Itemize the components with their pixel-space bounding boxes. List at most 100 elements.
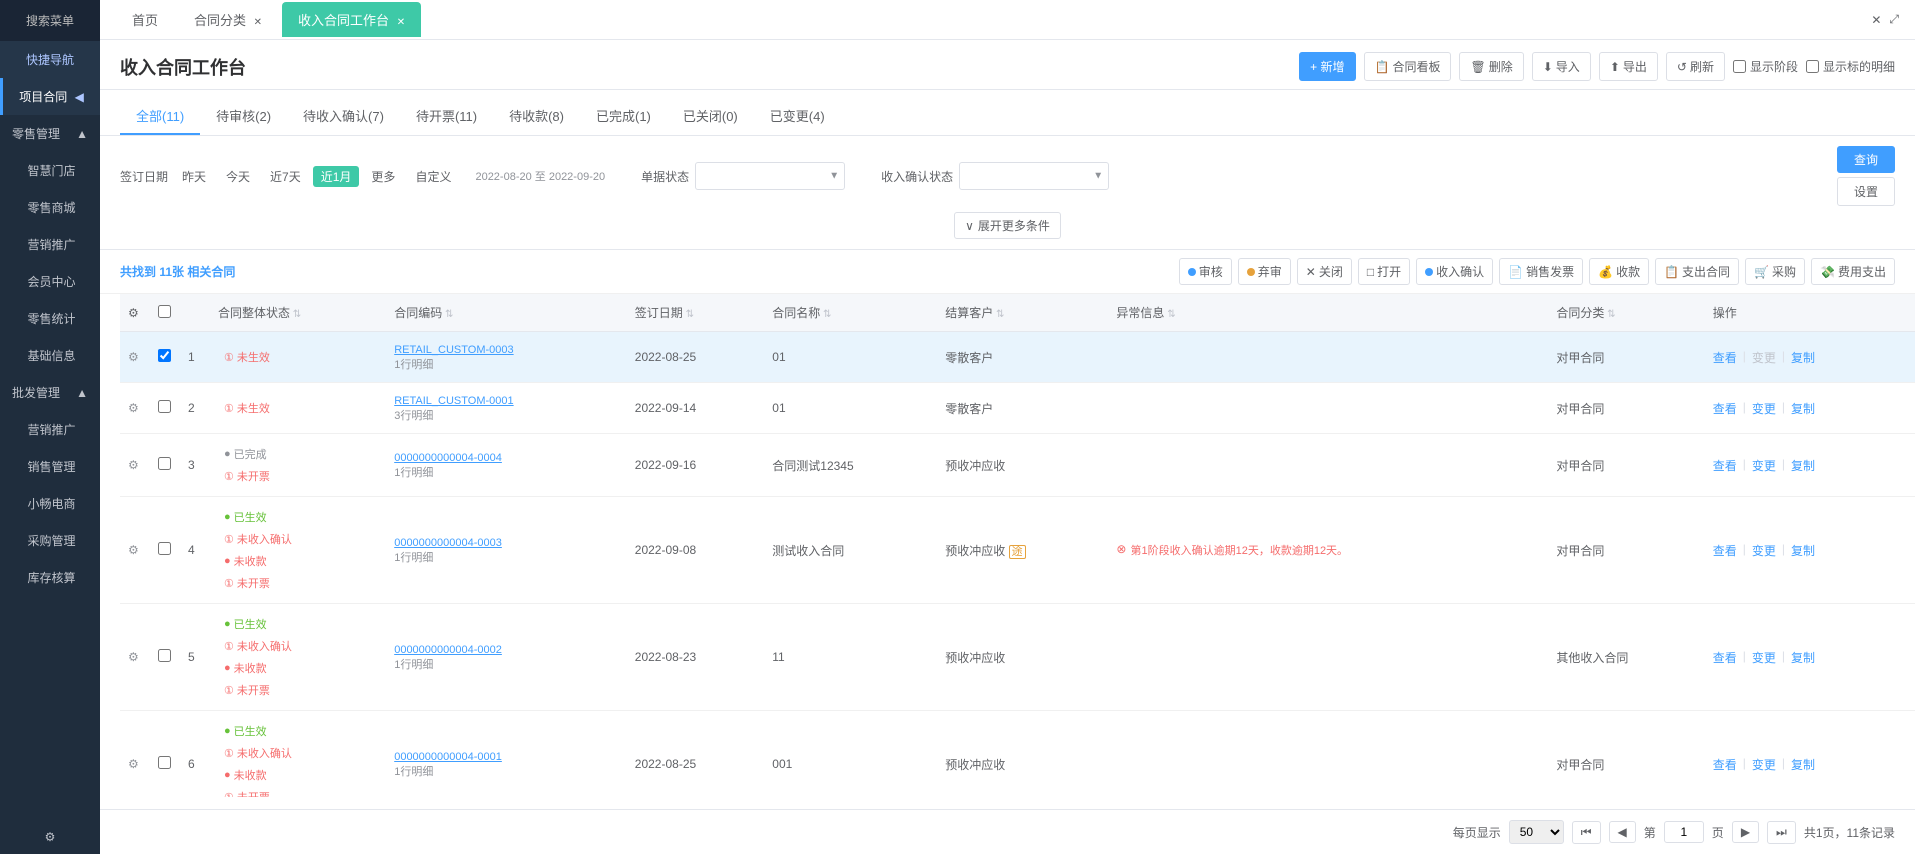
expand-conditions-button[interactable]: ∨ 展开更多条件: [954, 212, 1061, 239]
row-checkbox[interactable]: [158, 542, 171, 555]
date-btn-7days[interactable]: 近7天: [262, 166, 309, 187]
sidebar-item-basic-info[interactable]: 基础信息: [0, 337, 100, 374]
row-checkbox[interactable]: [158, 756, 171, 769]
export-button[interactable]: ⬆ 导出: [1599, 52, 1658, 81]
sidebar-search[interactable]: 搜索菜单: [0, 0, 100, 41]
sidebar-item-inventory[interactable]: 库存核算: [0, 559, 100, 596]
filter-tab-pending-invoice[interactable]: 待开票(11): [400, 98, 493, 135]
row-action-查看[interactable]: 查看: [1713, 756, 1737, 773]
prev-page-button[interactable]: ◀: [1609, 821, 1636, 843]
col-customer[interactable]: 结算客户: [937, 294, 1108, 332]
date-btn-custom[interactable]: 自定义: [407, 166, 459, 187]
delete-button[interactable]: 🗑 删除: [1459, 52, 1523, 81]
filter-tab-pending-confirm[interactable]: 待收入确认(7): [287, 98, 400, 135]
filter-tab-pending-payment[interactable]: 待收款(8): [493, 98, 580, 135]
sidebar-item-project[interactable]: 项目合同 ◀: [0, 78, 100, 115]
date-btn-yesterday[interactable]: 昨天: [174, 166, 214, 187]
row-action-查看[interactable]: 查看: [1713, 457, 1737, 474]
date-btn-more[interactable]: 更多: [363, 166, 403, 187]
close-action-button[interactable]: ✕ 关闭: [1297, 258, 1352, 285]
window-close-button[interactable]: ✕: [1871, 13, 1881, 27]
expense-out-button[interactable]: 📋 支出合同: [1655, 258, 1739, 285]
row-settings-icon[interactable]: ⚙: [128, 458, 139, 472]
status-select[interactable]: [695, 162, 845, 190]
col-category[interactable]: 合同分类: [1548, 294, 1704, 332]
tab-home[interactable]: 首页: [116, 2, 174, 37]
row-action-查看[interactable]: 查看: [1713, 649, 1737, 666]
date-btn-today[interactable]: 今天: [218, 166, 258, 187]
show-detail-checkbox[interactable]: 显示标的明细: [1806, 58, 1895, 75]
row-action-复制[interactable]: 复制: [1791, 649, 1815, 666]
col-status[interactable]: 合同整体状态: [210, 294, 386, 332]
sidebar-item-sales[interactable]: 销售管理: [0, 448, 100, 485]
confirm-status-select[interactable]: [959, 162, 1109, 190]
tab-contract-category[interactable]: 合同分类 ✕: [178, 2, 278, 37]
last-page-button[interactable]: ⏭: [1767, 821, 1796, 844]
row-action-复制[interactable]: 复制: [1791, 457, 1815, 474]
sidebar-item-retail-stats[interactable]: 零售统计: [0, 300, 100, 337]
row-settings-icon[interactable]: ⚙: [128, 757, 139, 771]
row-checkbox[interactable]: [158, 400, 171, 413]
row-settings-icon[interactable]: ⚙: [128, 401, 139, 415]
date-btn-1month[interactable]: 近1月: [313, 166, 360, 187]
open-button[interactable]: □ 打开: [1358, 258, 1410, 285]
payment-button[interactable]: 💰 收款: [1589, 258, 1649, 285]
row-settings-icon[interactable]: ⚙: [128, 543, 139, 557]
row-action-复制[interactable]: 复制: [1791, 400, 1815, 417]
tab-income-workbench[interactable]: 收入合同工作台 ✕: [282, 2, 421, 37]
page-input[interactable]: [1664, 821, 1704, 843]
sidebar-item-marketing2[interactable]: 营销推广: [0, 411, 100, 448]
row-checkbox[interactable]: [158, 649, 171, 662]
purchase-button[interactable]: 🛒 采购: [1745, 258, 1805, 285]
col-code[interactable]: 合同编码: [386, 294, 627, 332]
refresh-button[interactable]: ↺ 刷新: [1666, 52, 1725, 81]
sidebar-item-retail[interactable]: 零售管理 ▲: [0, 115, 100, 152]
row-checkbox[interactable]: [158, 457, 171, 470]
row-checkbox[interactable]: [158, 349, 171, 362]
sidebar-item-purchase[interactable]: 采购管理: [0, 522, 100, 559]
filter-tab-changed[interactable]: 已变更(4): [754, 98, 841, 135]
tab-income-workbench-close[interactable]: ✕: [397, 17, 405, 28]
filter-tab-all[interactable]: 全部(11): [120, 98, 200, 135]
import-button[interactable]: ⬇ 导入: [1532, 52, 1591, 81]
col-sign-date[interactable]: 签订日期: [627, 294, 764, 332]
row-action-复制[interactable]: 复制: [1791, 349, 1815, 366]
sales-invoice-button[interactable]: 📄 销售发票: [1499, 258, 1583, 285]
gear-icon[interactable]: ⚙: [0, 820, 100, 854]
sidebar-item-member[interactable]: 会员中心: [0, 263, 100, 300]
row-action-变更[interactable]: 变更: [1752, 649, 1776, 666]
col-name[interactable]: 合同名称: [764, 294, 937, 332]
contract-panel-button[interactable]: 📋 合同看板: [1364, 52, 1452, 81]
col-settings[interactable]: ⚙: [120, 294, 150, 332]
window-maximize-button[interactable]: ⤢: [1889, 12, 1899, 27]
sidebar-quick-nav[interactable]: 快捷导航: [0, 41, 100, 78]
sidebar-item-smart-store[interactable]: 智慧门店: [0, 152, 100, 189]
new-button[interactable]: + 新增: [1299, 52, 1355, 81]
per-page-select[interactable]: 50 10 20 100: [1509, 820, 1564, 844]
row-action-复制[interactable]: 复制: [1791, 756, 1815, 773]
col-abnormal[interactable]: 异常信息: [1108, 294, 1548, 332]
sidebar-item-wholesale[interactable]: 批发管理 ▲: [0, 374, 100, 411]
horizontal-scrollbar[interactable]: [120, 797, 1915, 809]
row-action-变更[interactable]: 变更: [1752, 457, 1776, 474]
filter-tab-completed[interactable]: 已完成(1): [580, 98, 667, 135]
income-confirm-button[interactable]: 收入确认: [1416, 258, 1493, 285]
show-fields-checkbox[interactable]: 显示阶段: [1733, 58, 1798, 75]
tab-contract-category-close[interactable]: ✕: [254, 17, 262, 28]
next-page-button[interactable]: ▶: [1732, 821, 1759, 843]
expense-pay-button[interactable]: 💸 费用支出: [1811, 258, 1895, 285]
col-checkbox[interactable]: [150, 294, 180, 332]
review-button[interactable]: 审核: [1179, 258, 1232, 285]
row-settings-icon[interactable]: ⚙: [128, 350, 139, 364]
set-button[interactable]: 设置: [1837, 177, 1895, 206]
filter-tab-pending-review[interactable]: 待审核(2): [200, 98, 287, 135]
row-action-查看[interactable]: 查看: [1713, 542, 1737, 559]
row-settings-icon[interactable]: ⚙: [128, 650, 139, 664]
sidebar-item-ecommerce[interactable]: 零售商城: [0, 189, 100, 226]
filter-tab-closed[interactable]: 已关闭(0): [667, 98, 754, 135]
query-button[interactable]: 查询: [1837, 146, 1895, 173]
abandon-button[interactable]: 弃审: [1238, 258, 1291, 285]
row-action-变更[interactable]: 变更: [1752, 542, 1776, 559]
row-action-查看[interactable]: 查看: [1713, 349, 1737, 366]
row-action-变更[interactable]: 变更: [1752, 756, 1776, 773]
